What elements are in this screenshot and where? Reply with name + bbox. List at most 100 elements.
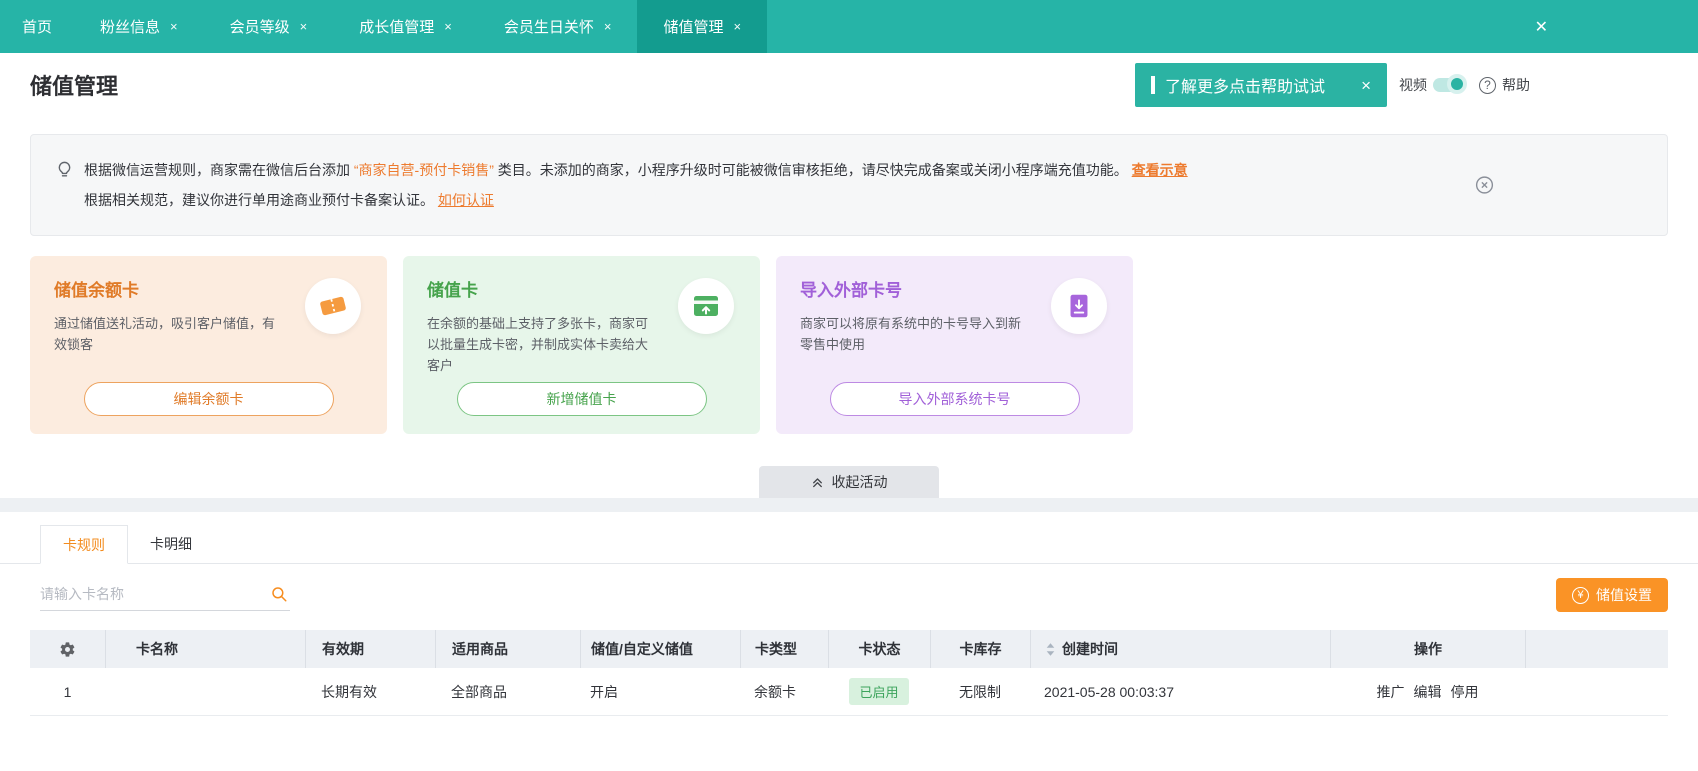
- how-to-certify-link[interactable]: 如何认证: [438, 192, 494, 208]
- wechat-notice: 根据微信运营规则，商家需在微信后台添加 “商家自营-预付卡销售” 类目。未添加的…: [30, 134, 1668, 236]
- collapse-row: 收起活动: [0, 466, 1698, 498]
- row-actions: 推广 编辑 停用: [1377, 682, 1479, 702]
- banner-close-icon[interactable]: ×: [1361, 77, 1371, 94]
- cell-stock: 无限制: [959, 683, 1001, 700]
- sort-icon[interactable]: [1045, 642, 1056, 657]
- stored-value-settings-button[interactable]: ¥ 储值设置: [1556, 578, 1668, 612]
- view-example-link[interactable]: 查看示意: [1132, 162, 1188, 178]
- import-external-card-button[interactable]: 导入外部系统卡号: [829, 382, 1080, 416]
- double-chevron-up-icon: [811, 476, 824, 489]
- card-rules-section: 卡规则 卡明细 ¥ 储值设置 卡名称 有效期 适用商品 储值/自定义储值 卡类型: [0, 512, 1698, 771]
- col-validity: 有效期: [305, 630, 435, 668]
- tab-close-icon[interactable]: ×: [444, 20, 452, 33]
- row-index: 1: [63, 683, 72, 700]
- tab-home[interactable]: 首页: [0, 0, 74, 53]
- card-rules-table: 卡名称 有效期 适用商品 储值/自定义储值 卡类型 卡状态 卡库存 创建时间 操…: [30, 630, 1668, 716]
- toggle-knob: [1447, 74, 1467, 94]
- import-download-icon: [1051, 278, 1107, 334]
- tab-member-level-label: 会员等级: [229, 19, 290, 36]
- import-external-desc: 商家可以将原有系统中的卡号导入到新零售中使用: [800, 316, 1022, 352]
- tab-growth-value[interactable]: 成长值管理 ×: [333, 0, 478, 53]
- tab-member-level[interactable]: 会员等级 ×: [204, 0, 334, 53]
- card-name-search: [40, 579, 290, 611]
- header-right-tools: 了解更多点击帮助试试 × 视频 ? 帮助: [1135, 53, 1530, 117]
- notice-category-highlight: “商家自营-预付卡销售”: [353, 162, 494, 178]
- notice-line1-mid: 类目。未添加的商家，小程序升级时可能被微信审核拒绝，请尽快完成备案或关闭小程序端…: [497, 162, 1128, 178]
- page-header: 储值管理 了解更多点击帮助试试 × 视频 ? 帮助: [0, 53, 1698, 117]
- action-disable[interactable]: 停用: [1451, 682, 1479, 702]
- notice-line-2: 根据相关规范，建议你进行单用途商业预付卡备案认证。 如何认证: [84, 185, 1188, 215]
- col-actions: 操作: [1330, 630, 1525, 668]
- cell-validity: 长期有效: [321, 683, 377, 700]
- col-card-status: 卡状态: [828, 630, 930, 668]
- column-settings-gear[interactable]: [30, 630, 105, 668]
- col-card-name: 卡名称: [105, 630, 305, 668]
- tab-fans-info[interactable]: 粉丝信息 ×: [74, 0, 204, 53]
- tab-home-label: 首页: [22, 19, 53, 36]
- col-card-stock: 卡库存: [930, 630, 1030, 668]
- status-badge: 已启用: [849, 678, 909, 705]
- table-row: 1 长期有效 全部商品 开启 余额卡 已启用 无限制 2021-05-28 00…: [30, 668, 1668, 716]
- rules-tab-bar: 卡规则 卡明细: [0, 524, 1698, 564]
- notice-line-1: 根据微信运营规则，商家需在微信后台添加 “商家自营-预付卡销售” 类目。未添加的…: [84, 155, 1188, 185]
- tab-member-birthday[interactable]: 会员生日关怀 ×: [478, 0, 638, 53]
- tab-card-rules[interactable]: 卡规则: [40, 525, 128, 564]
- col-created-at: 创建时间: [1030, 630, 1330, 668]
- col-stored-value: 储值/自定义储值: [580, 630, 740, 668]
- video-toggle-control[interactable]: 视频: [1399, 74, 1467, 95]
- col-filler: [1525, 630, 1668, 668]
- question-icon: ?: [1479, 76, 1496, 94]
- stored-value-card-panel: 储值卡 在余额的基础上支持了多张卡，商家可以批量生成卡密，并制成实体卡卖给大客户…: [403, 256, 760, 434]
- lightbulb-icon: [55, 160, 74, 215]
- tab-growth-value-label: 成长值管理: [359, 19, 435, 36]
- help-label: 帮助: [1502, 77, 1530, 93]
- notice-line1-pre: 根据微信运营规则，商家需在微信后台添加: [84, 162, 350, 178]
- tab-close-icon[interactable]: ×: [604, 20, 612, 33]
- page-title: 储值管理: [30, 74, 119, 99]
- edit-balance-card-button[interactable]: 编辑余额卡: [83, 382, 334, 416]
- table-header: 卡名称 有效期 适用商品 储值/自定义储值 卡类型 卡状态 卡库存 创建时间 操…: [30, 630, 1668, 668]
- col-card-type: 卡类型: [740, 630, 828, 668]
- notice-close-icon[interactable]: [1474, 175, 1495, 196]
- add-stored-value-card-button[interactable]: 新增储值卡: [456, 382, 707, 416]
- video-toggle[interactable]: [1433, 74, 1467, 94]
- search-input[interactable]: [40, 579, 290, 610]
- search-icon[interactable]: [270, 585, 288, 603]
- col-created-at-label: 创建时间: [1062, 641, 1118, 657]
- collapse-label: 收起活动: [831, 474, 888, 490]
- collapse-activities-button[interactable]: 收起活动: [759, 466, 939, 498]
- settings-button-label: 储值设置: [1596, 587, 1652, 603]
- tab-fans-info-label: 粉丝信息: [100, 19, 161, 36]
- cell-created-at: 2021-05-28 00:03:37: [1044, 683, 1174, 700]
- card-feature-row: 储值余额卡 通过储值送礼活动，吸引客户储值，有效锁客 编辑余额卡 储值卡 在余额…: [30, 256, 1668, 434]
- tab-stored-value-label: 储值管理: [663, 19, 724, 36]
- cell-card-type: 余额卡: [754, 683, 796, 700]
- gear-icon: [59, 641, 76, 658]
- col-products: 适用商品: [435, 630, 580, 668]
- cell-products: 全部商品: [451, 683, 507, 700]
- video-label: 视频: [1399, 77, 1427, 93]
- card-upload-icon: [678, 278, 734, 334]
- cell-stored-value: 开启: [590, 683, 618, 700]
- tab-close-icon[interactable]: ×: [300, 20, 308, 33]
- upper-panel: 储值管理 了解更多点击帮助试试 × 视频 ? 帮助 根据微信运营规则，商家需在微…: [0, 53, 1698, 498]
- notice-line2-text: 根据相关规范，建议你进行单用途商业预付卡备案认证。: [84, 192, 434, 208]
- help-control[interactable]: ? 帮助: [1479, 75, 1530, 95]
- tab-close-icon[interactable]: ×: [733, 20, 741, 33]
- yen-icon: ¥: [1572, 586, 1589, 604]
- tab-card-details[interactable]: 卡明细: [128, 524, 214, 563]
- cell-status: 已启用: [828, 668, 930, 715]
- notice-text: 根据微信运营规则，商家需在微信后台添加 “商家自营-预付卡销售” 类目。未添加的…: [84, 155, 1188, 215]
- action-edit[interactable]: 编辑: [1414, 682, 1442, 702]
- tab-member-birthday-label: 会员生日关怀: [503, 19, 594, 36]
- cell-card-name: [105, 668, 305, 715]
- table-controls: ¥ 储值设置: [0, 564, 1698, 624]
- stored-value-card-desc: 在余额的基础上支持了多张卡，商家可以批量生成卡密，并制成实体卡卖给大客户: [427, 316, 649, 373]
- app-tab-bar: 首页 粉丝信息 × 会员等级 × 成长值管理 × 会员生日关怀 × 储值管理 ×…: [0, 0, 1698, 53]
- action-promote[interactable]: 推广: [1377, 682, 1405, 702]
- tab-stored-value[interactable]: 储值管理 ×: [637, 0, 768, 53]
- tab-close-icon[interactable]: ×: [170, 20, 178, 33]
- close-all-tabs-icon[interactable]: ✕: [1535, 0, 1548, 53]
- banner-accent-bar: [1151, 76, 1156, 94]
